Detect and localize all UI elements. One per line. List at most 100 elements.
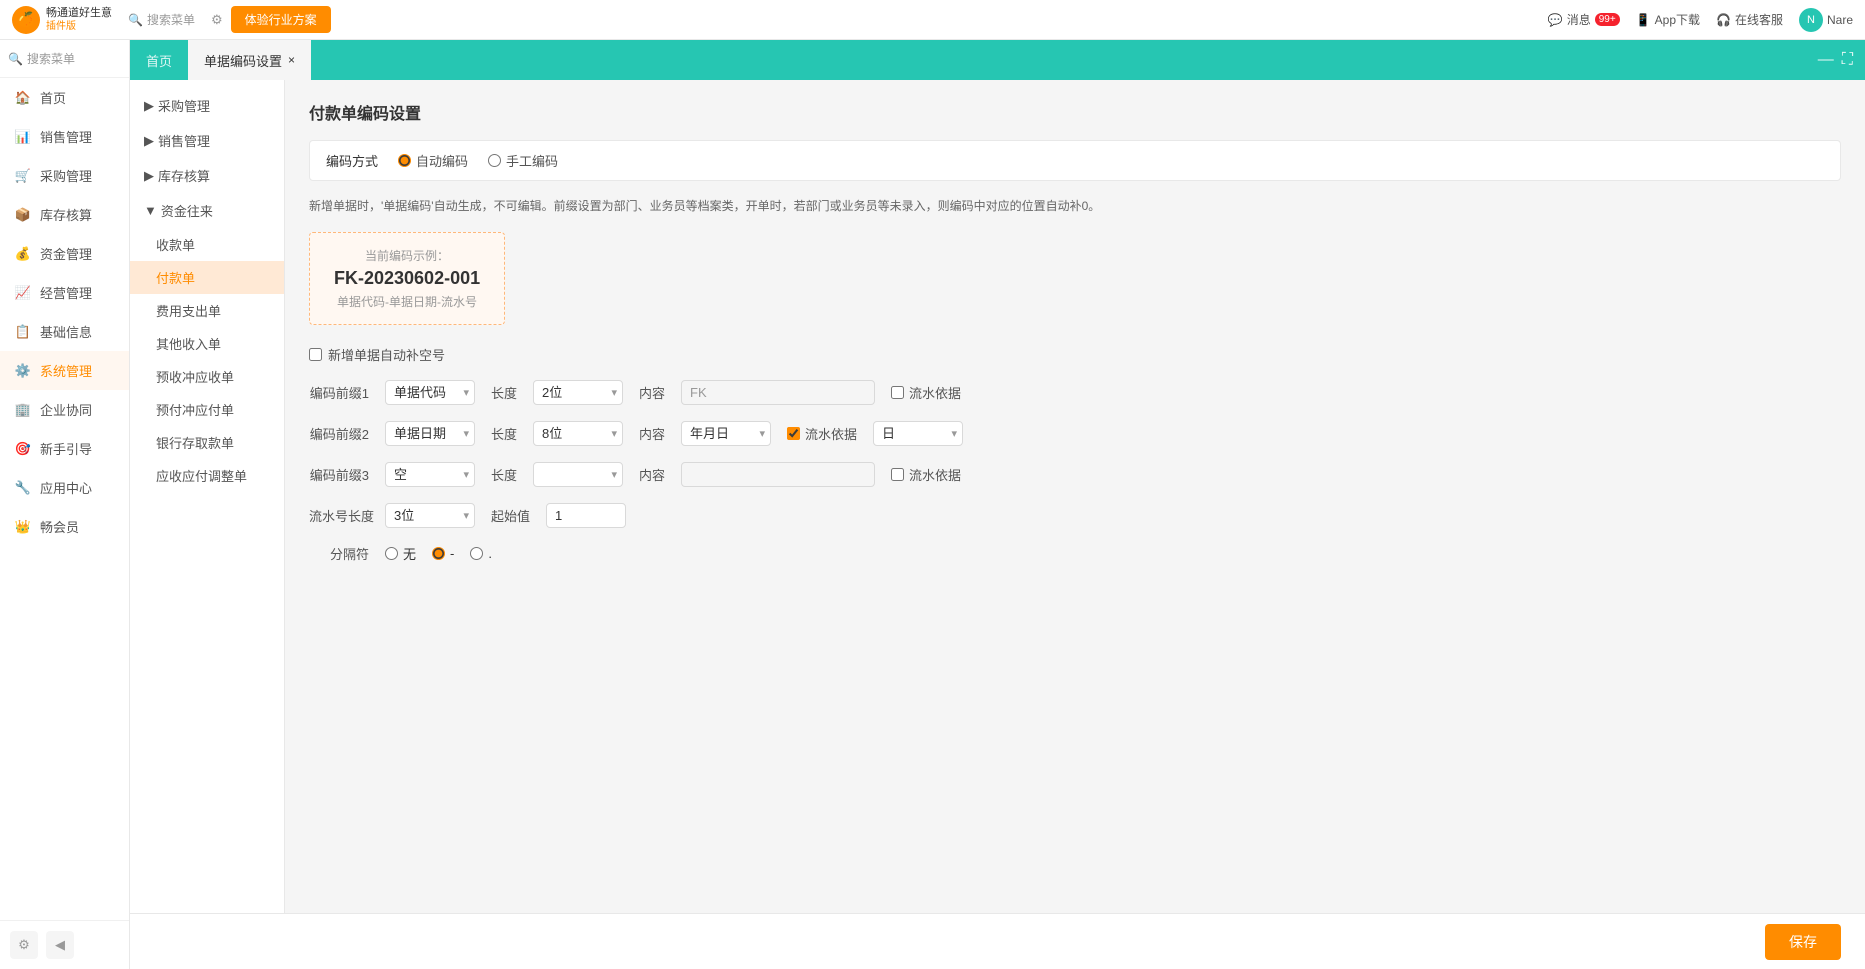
prefix2-select-wrapper: 单据日期	[385, 421, 475, 446]
sidebar-item-finance[interactable]: 💰 资金管理	[0, 234, 129, 273]
message-item[interactable]: 💬 消息 99+	[1548, 11, 1620, 28]
sidebar-item-member[interactable]: 👑 畅会员	[0, 507, 129, 546]
manual-code-radio[interactable]: 手工编码	[488, 151, 558, 170]
page-content: 付款单编码设置 编码方式 自动编码 手工编码 新增单据时，'单据编码'自动生成，…	[285, 80, 1865, 969]
tab-minimize-button[interactable]: —	[1818, 51, 1834, 69]
sidebar-collapse-button[interactable]: ◀	[46, 931, 74, 959]
sidebar-item-inventory[interactable]: 📦 库存核算	[0, 195, 129, 234]
sidebar-item-sales[interactable]: 📊 销售管理	[0, 117, 129, 156]
sidebar-item-app-center[interactable]: 🔧 应用中心	[0, 468, 129, 507]
purchase-icon: 🛒	[14, 167, 32, 185]
logo-icon: 🍊	[12, 6, 40, 34]
prefix1-label: 编码前缀1	[309, 383, 369, 402]
separator-dash-input[interactable]	[432, 547, 445, 560]
sidebar-item-home[interactable]: 🏠 首页	[0, 78, 129, 117]
prefix2-serial-checkbox[interactable]: 流水依据	[787, 424, 857, 443]
sub-item-other-income[interactable]: 其他收入单	[130, 327, 284, 360]
sub-group-finance-items: 收款单 付款单 费用支出单 其他收入单 预收冲应收单 预付冲应付单 银行存取款单…	[130, 228, 284, 492]
prefix1-serial-checkbox[interactable]: 流水依据	[891, 383, 961, 402]
separator-dot-input[interactable]	[470, 547, 483, 560]
prefix2-serial-unit-select[interactable]: 日	[873, 421, 963, 446]
prefix3-content-label: 内容	[639, 465, 665, 484]
sub-group-sales: ▶ 销售管理	[130, 123, 284, 158]
prefix3-serial-checkbox-input[interactable]	[891, 468, 904, 481]
prefix1-length-label: 长度	[491, 383, 517, 402]
sub-item-adjustment[interactable]: 应收应付调整单	[130, 459, 284, 492]
main-content: ▶ 采购管理 ▶ 销售管理 ▶ 库存核算 ▼ 资金往来 收款单 付款单	[130, 80, 1865, 969]
tab-encoding-settings[interactable]: 单据编码设置 ×	[188, 40, 311, 80]
sub-group-sales-title[interactable]: ▶ 销售管理	[130, 123, 284, 158]
manual-code-radio-input[interactable]	[488, 154, 501, 167]
settings-icon[interactable]: ⚙	[211, 12, 223, 28]
prefix2-serial-checkbox-input[interactable]	[787, 427, 800, 440]
serial-length-label: 流水号长度	[309, 506, 369, 525]
sub-item-expense[interactable]: 费用支出单	[130, 294, 284, 327]
tab-expand-button[interactable]: ⛶	[1842, 51, 1853, 69]
message-icon: 💬	[1548, 13, 1563, 27]
sub-item-prepaid-offset[interactable]: 预收冲应收单	[130, 360, 284, 393]
prefix1-length-wrapper: 2位	[533, 380, 623, 405]
sub-group-purchase-title[interactable]: ▶ 采购管理	[130, 88, 284, 123]
prefix1-serial-checkbox-input[interactable]	[891, 386, 904, 399]
sidebar-item-system[interactable]: ⚙️ 系统管理	[0, 351, 129, 390]
separator-none-input[interactable]	[385, 547, 398, 560]
prefix2-length-wrapper: 8位	[533, 421, 623, 446]
auto-code-radio-input[interactable]	[398, 154, 411, 167]
prefix3-serial-checkbox[interactable]: 流水依据	[891, 465, 961, 484]
encoding-method-row: 编码方式 自动编码 手工编码	[309, 140, 1841, 181]
separator-dot-radio[interactable]: .	[470, 546, 492, 561]
sub-item-receipt[interactable]: 收款单	[130, 228, 284, 261]
auto-code-radio[interactable]: 自动编码	[398, 151, 468, 170]
chevron-down-icon: ▼	[144, 203, 157, 218]
prefix1-select[interactable]: 单据代码	[385, 380, 475, 405]
experience-button[interactable]: 体验行业方案	[231, 6, 331, 33]
top-bar-right: 💬 消息 99+ 📱 App下载 🎧 在线客服 N Nare	[1548, 8, 1853, 32]
sidebar-item-purchase[interactable]: 🛒 采购管理	[0, 156, 129, 195]
sidebar-search[interactable]: 🔍 搜索菜单	[0, 40, 129, 78]
serial-length-wrapper: 3位	[385, 503, 475, 528]
separator-none-radio[interactable]: 无	[385, 544, 416, 563]
tab-home[interactable]: 首页	[130, 40, 188, 80]
prefix2-content-select[interactable]: 年月日	[681, 421, 771, 446]
logo-text: 畅通道好生意 插件版	[46, 6, 112, 33]
sub-group-inventory-title[interactable]: ▶ 库存核算	[130, 158, 284, 193]
prefix3-length-wrapper	[533, 462, 623, 487]
code-preview: 当前编码示例： FK-20230602-001 单据代码-单据日期-流水号	[309, 232, 505, 325]
code-preview-value: FK-20230602-001	[334, 268, 480, 289]
search-menu[interactable]: 🔍 搜索菜单	[120, 11, 203, 28]
prefix3-select[interactable]: 空	[385, 462, 475, 487]
search-icon: 🔍	[8, 52, 23, 66]
serial-start-label: 起始值	[491, 506, 530, 525]
serial-start-input[interactable]	[546, 503, 626, 528]
sub-item-bank[interactable]: 银行存取款单	[130, 426, 284, 459]
enterprise-icon: 🏢	[14, 401, 32, 419]
tab-bar: 首页 单据编码设置 × — ⛶	[130, 40, 1865, 80]
chevron-right-icon: ▶	[144, 98, 154, 114]
sidebar-item-guide[interactable]: 🎯 新手引导	[0, 429, 129, 468]
prefix2-row: 编码前缀2 单据日期 长度 8位 内容 年月日 流水依据	[309, 421, 1841, 446]
sidebar-item-operation[interactable]: 📈 经营管理	[0, 273, 129, 312]
auto-fill-checkbox[interactable]	[309, 348, 322, 361]
sidebar-item-basic[interactable]: 📋 基础信息	[0, 312, 129, 351]
message-badge: 99+	[1595, 13, 1620, 26]
prefix1-length-select[interactable]: 2位	[533, 380, 623, 405]
chevron-right-icon: ▶	[144, 133, 154, 149]
serial-length-select[interactable]: 3位	[385, 503, 475, 528]
download-item[interactable]: 📱 App下载	[1636, 11, 1700, 28]
service-item[interactable]: 🎧 在线客服	[1716, 11, 1783, 28]
prefix2-select[interactable]: 单据日期	[385, 421, 475, 446]
sub-group-finance-title[interactable]: ▼ 资金往来	[130, 193, 284, 228]
sidebar-item-enterprise[interactable]: 🏢 企业协同	[0, 390, 129, 429]
separator-dash-radio[interactable]: -	[432, 546, 454, 561]
serial-row: 流水号长度 3位 起始值	[309, 503, 1841, 528]
encoding-radio-group: 自动编码 手工编码	[398, 151, 558, 170]
sub-item-prepayment-offset[interactable]: 预付冲应付单	[130, 393, 284, 426]
sidebar-bottom: ⚙ ◀	[0, 920, 129, 969]
sub-item-payment[interactable]: 付款单	[130, 261, 284, 294]
sidebar-settings-button[interactable]: ⚙	[10, 931, 38, 959]
prefix2-length-select[interactable]: 8位	[533, 421, 623, 446]
tab-close-icon[interactable]: ×	[288, 53, 295, 67]
save-button[interactable]: 保存	[1765, 924, 1841, 960]
user-item[interactable]: N Nare	[1799, 8, 1853, 32]
prefix3-length-select[interactable]	[533, 462, 623, 487]
